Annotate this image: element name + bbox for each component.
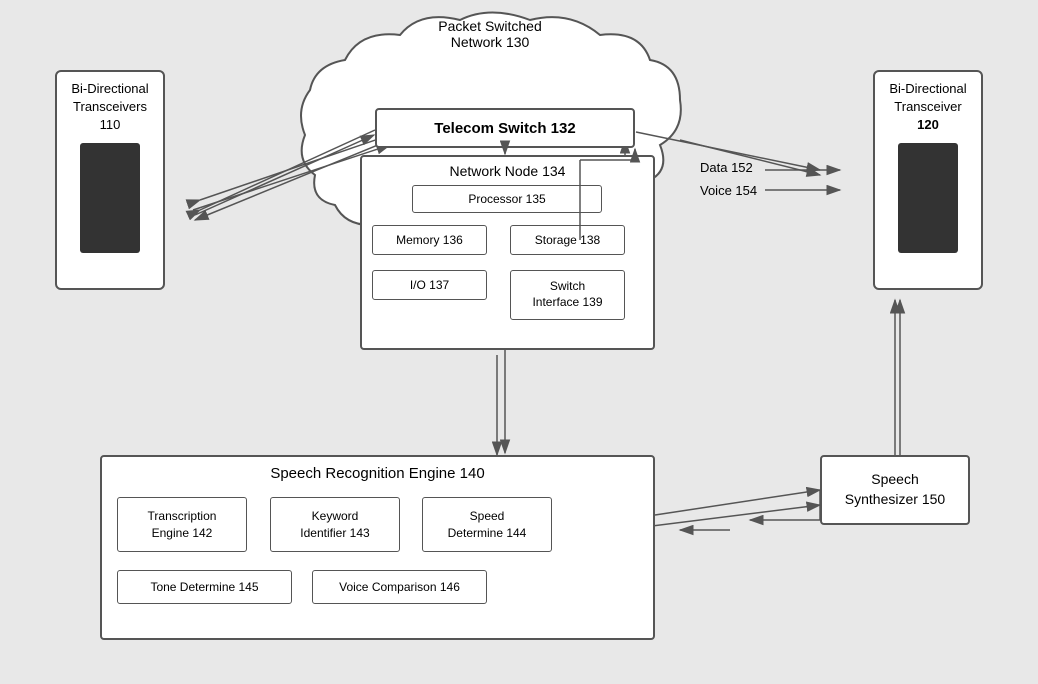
processor: Processor 135 — [412, 185, 602, 213]
network-node-label: Network Node 134 — [362, 163, 653, 179]
phone-screen-left — [80, 143, 140, 253]
bi-directional-left: Bi-Directional Transceivers 110 — [55, 70, 165, 290]
storage: Storage 138 — [510, 225, 625, 255]
speech-synthesizer: SpeechSynthesizer 150 — [820, 455, 970, 525]
bi-directional-left-label: Bi-Directional Transceivers 110 — [63, 80, 157, 135]
diagram: Bi-Directional Transceivers 110 Bi-Direc… — [0, 0, 1038, 684]
keyword-identifier: KeywordIdentifier 143 — [270, 497, 400, 552]
speech-recognition-engine: Speech Recognition Engine 140 Transcript… — [100, 455, 655, 640]
processor-label: Processor 135 — [468, 192, 545, 206]
io: I/O 137 — [372, 270, 487, 300]
voice-label: Voice 154 — [700, 183, 757, 198]
data-label: Data 152 — [700, 160, 753, 175]
phone-screen-right — [898, 143, 958, 253]
speech-synthesizer-label: SpeechSynthesizer 150 — [845, 470, 945, 509]
keyword-identifier-label: KeywordIdentifier 143 — [300, 508, 369, 542]
bi-directional-right-label: Bi-DirectionalTransceiver120 — [889, 80, 966, 135]
speed-determine: SpeedDetermine 144 — [422, 497, 552, 552]
transcription-engine: TranscriptionEngine 142 — [117, 497, 247, 552]
telecom-switch-label: Telecom Switch 132 — [434, 120, 575, 137]
memory-label: Memory 136 — [396, 233, 463, 247]
speech-recognition-label: Speech Recognition Engine 140 — [102, 465, 653, 482]
storage-label: Storage 138 — [535, 233, 600, 247]
switch-interface-label: SwitchInterface 139 — [532, 279, 602, 310]
memory: Memory 136 — [372, 225, 487, 255]
telecom-switch: Telecom Switch 132 — [375, 108, 635, 148]
bi-directional-right: Bi-DirectionalTransceiver120 — [873, 70, 983, 290]
speed-determine-label: SpeedDetermine 144 — [448, 508, 527, 542]
tone-determine-label: Tone Determine 145 — [150, 580, 258, 594]
voice-comparison: Voice Comparison 146 — [312, 570, 487, 604]
switch-interface: SwitchInterface 139 — [510, 270, 625, 320]
tone-determine: Tone Determine 145 — [117, 570, 292, 604]
voice-comparison-label: Voice Comparison 146 — [339, 580, 460, 594]
io-label: I/O 137 — [410, 278, 449, 292]
transcription-engine-label: TranscriptionEngine 142 — [148, 508, 217, 542]
packet-network-label: Packet SwitchedNetwork 130 — [390, 18, 590, 50]
network-node: Network Node 134 Processor 135 Memory 13… — [360, 155, 655, 350]
